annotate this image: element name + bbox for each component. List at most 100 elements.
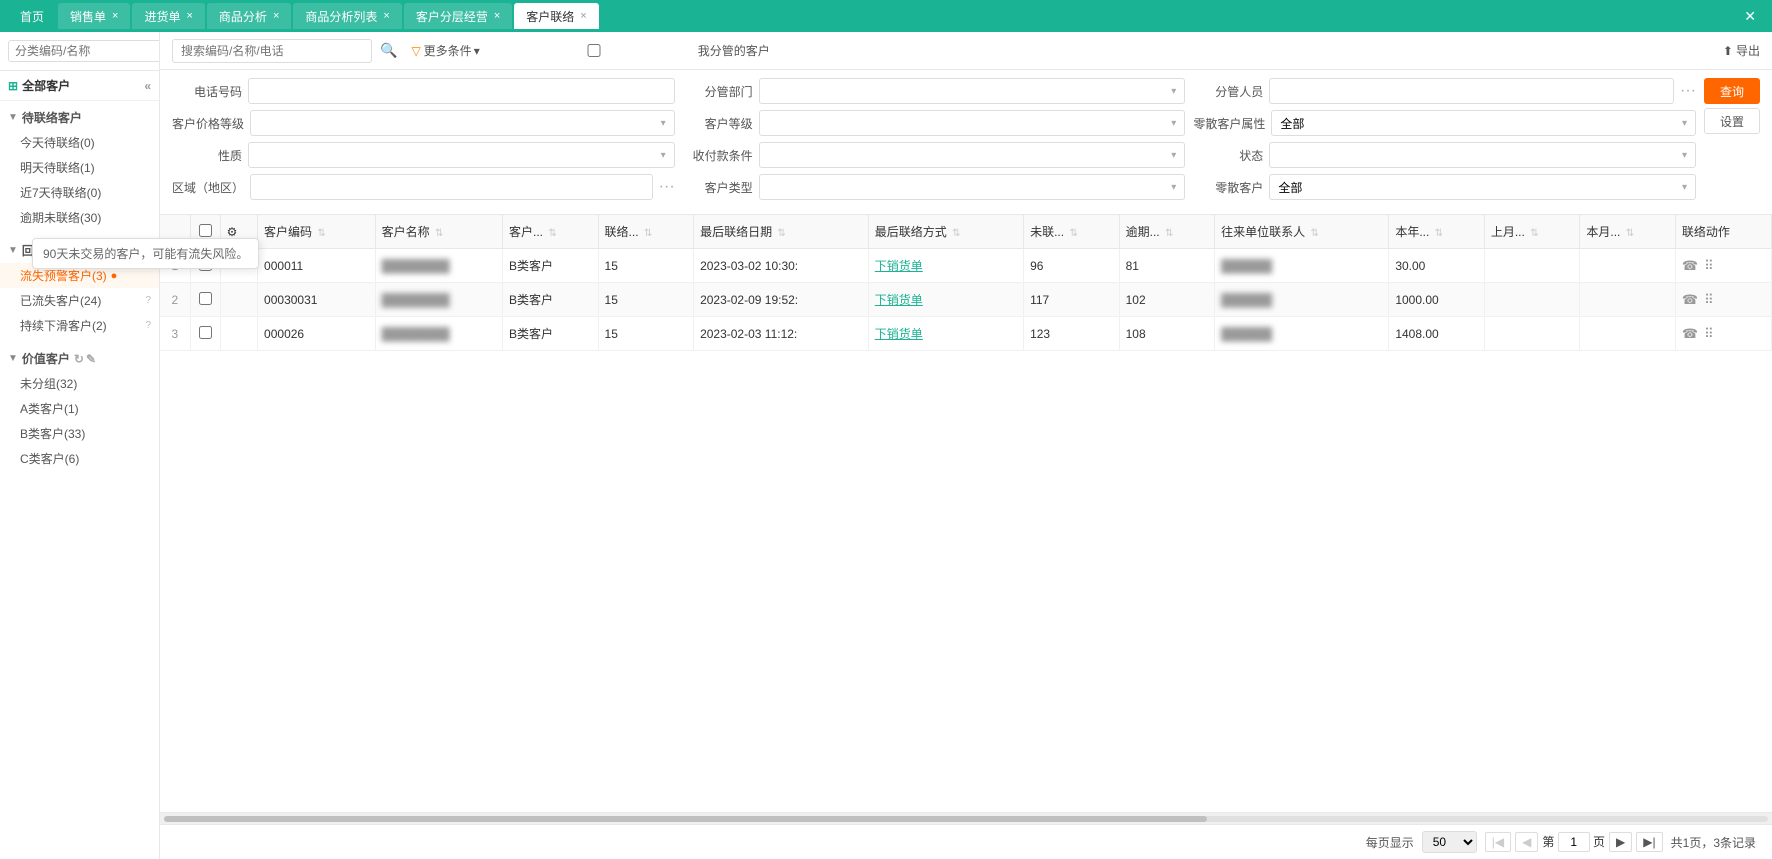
tab-customer-tier-close[interactable]: × (494, 10, 500, 22)
tab-sales[interactable]: 销售单 × (58, 3, 130, 29)
tab-analysis-list-close[interactable]: × (383, 10, 389, 22)
sidebar-item-overdue[interactable]: 逾期未联络(30) (0, 205, 159, 230)
tab-customer-tier[interactable]: 客户分层经营 × (404, 3, 512, 29)
more-filter-button[interactable]: ▽ 更多条件 ▾ (405, 38, 485, 63)
tab-sales-close[interactable]: × (112, 10, 118, 22)
uncontacted-sort-icon[interactable]: ⇅ (1069, 228, 1077, 239)
my-customer-checkbox[interactable] (494, 44, 694, 57)
action-contact-icon-0[interactable]: ☎ (1682, 258, 1698, 274)
person-input[interactable] (1269, 78, 1674, 104)
collapse-icon[interactable]: « (144, 79, 151, 93)
cell-checkbox-2[interactable] (190, 317, 220, 351)
row-checkbox-2[interactable] (199, 326, 212, 339)
table-settings-icon[interactable]: ⚙ (227, 225, 238, 239)
last-month-sort-icon[interactable]: ⇅ (1530, 228, 1538, 239)
last-page-button[interactable]: ▶| (1636, 832, 1662, 852)
phone-input[interactable] (248, 78, 675, 104)
query-button[interactable]: 查询 (1704, 78, 1760, 104)
overdue-sort-icon[interactable]: ⇅ (1165, 228, 1173, 239)
action-contact-icon-1[interactable]: ☎ (1682, 292, 1698, 308)
sidebar-group-value-header[interactable]: ▼ 价值客户 ↻ ✎ (0, 346, 159, 371)
sidebar-item-week[interactable]: 近7天待联络(0) (0, 180, 159, 205)
sidebar-item-today[interactable]: 今天待联络(0) (0, 130, 159, 155)
customer-tier-select[interactable]: ▾ (759, 110, 1186, 136)
last-method-sort-icon[interactable]: ⇅ (952, 228, 960, 239)
sidebar-item-a-class[interactable]: A类客户(1) (0, 396, 159, 421)
per-page-select[interactable]: 50 100 (1422, 831, 1477, 853)
select-all-checkbox[interactable] (199, 224, 212, 237)
my-customer-filter[interactable]: 我分管的客户 (494, 42, 770, 59)
phone-label: 电话号码 (172, 83, 242, 100)
method-link-2[interactable]: 下销货单 (875, 327, 923, 341)
tab-analysis-close[interactable]: × (273, 10, 279, 22)
search-input[interactable] (172, 39, 372, 63)
c-class-label: C类客户(6) (20, 450, 79, 467)
tab-analysis-list[interactable]: 商品分析列表 × (293, 3, 401, 29)
sidebar-item-ungrouped[interactable]: 未分组(32) (0, 371, 159, 396)
tab-customer-contact[interactable]: 客户联络 × (514, 3, 598, 29)
cell-checkbox-1[interactable] (190, 283, 220, 317)
tab-analysis[interactable]: 商品分析 × (207, 3, 291, 29)
next-page-button[interactable]: ▶ (1609, 832, 1632, 852)
sidebar-all-customers[interactable]: ⊞ 全部客户 « (0, 71, 159, 101)
tab-customer-contact-close[interactable]: × (580, 10, 586, 22)
window-close-icon[interactable]: ✕ (1736, 8, 1764, 25)
dept-label: 分管部门 (683, 83, 753, 100)
price-tier-select[interactable]: ▾ (250, 110, 675, 136)
scrollbar-track[interactable] (164, 816, 1768, 822)
sidebar-item-churn-down[interactable]: 持续下滑客户(2) ? (0, 313, 159, 338)
prev-page-button[interactable]: ◀ (1515, 832, 1538, 852)
this-month-sort-icon[interactable]: ⇅ (1626, 228, 1634, 239)
person-dots-icon[interactable]: ··· (1680, 82, 1696, 100)
action-contact-icon-2[interactable]: ☎ (1682, 326, 1698, 342)
action-more-icon-1[interactable]: ⠿ (1704, 292, 1714, 308)
method-link-1[interactable]: 下销货单 (875, 293, 923, 307)
scatter-select[interactable]: 全部 ▾ (1269, 174, 1696, 200)
scatter-attr-select[interactable]: 全部 ▾ (1271, 110, 1696, 136)
action-more-icon-2[interactable]: ⠿ (1704, 326, 1714, 342)
code-sort-icon[interactable]: ⇅ (317, 228, 325, 239)
payment-select[interactable]: ▾ (759, 142, 1186, 168)
value-refresh-icon[interactable]: ↻ (74, 352, 84, 366)
sidebar-search-input[interactable] (8, 40, 160, 62)
ctype-select[interactable]: ▾ (759, 174, 1186, 200)
tab-purchase-close[interactable]: × (186, 10, 192, 22)
sidebar-item-b-class[interactable]: B类客户(33) (0, 421, 159, 446)
status-select[interactable]: ▾ (1269, 142, 1696, 168)
filter-chevron-icon: ▾ (474, 44, 480, 58)
sidebar-item-tomorrow[interactable]: 明天待联络(1) (0, 155, 159, 180)
region-dots-icon[interactable]: ··· (659, 178, 675, 196)
col-this-year-label: 本年... (1395, 225, 1429, 239)
churn-down-edit-icon[interactable]: ? (145, 320, 151, 331)
tab-home[interactable]: 首页 (8, 3, 56, 29)
ctype-chevron-icon: ▾ (1171, 182, 1176, 193)
row-checkbox-1[interactable] (199, 292, 212, 305)
unit-contact-sort-icon[interactable]: ⇅ (1311, 228, 1319, 239)
this-year-sort-icon[interactable]: ⇅ (1435, 228, 1443, 239)
last-date-sort-icon[interactable]: ⇅ (777, 228, 785, 239)
cell-method-2: 下销货单 (868, 317, 1023, 351)
dept-select[interactable]: ▾ (759, 78, 1186, 104)
first-page-button[interactable]: |◀ (1485, 832, 1511, 852)
sidebar-group-pending-header[interactable]: ▼ 待联络客户 (0, 105, 159, 130)
action-more-icon-0[interactable]: ⠿ (1704, 258, 1714, 274)
tab-purchase[interactable]: 进货单 × (132, 3, 204, 29)
churn-lost-edit-icon[interactable]: ? (145, 295, 151, 306)
search-button[interactable]: 🔍 (380, 42, 397, 59)
col-this-month-label: 本月... (1586, 225, 1620, 239)
scrollbar-thumb[interactable] (164, 816, 1207, 822)
page-input[interactable] (1558, 832, 1590, 852)
nature-select[interactable]: ▾ (248, 142, 675, 168)
value-edit-icon[interactable]: ✎ (86, 352, 96, 366)
method-link-0[interactable]: 下销货单 (875, 259, 923, 273)
name-sort-icon[interactable]: ⇅ (435, 228, 443, 239)
type-sort-icon[interactable]: ⇅ (548, 228, 556, 239)
cell-name-1: ████████ (375, 283, 502, 317)
sidebar-item-churn-lost[interactable]: 已流失客户(24) ? (0, 288, 159, 313)
export-button[interactable]: ⬆ 导出 (1723, 42, 1760, 59)
region-input[interactable] (250, 174, 653, 200)
sidebar-item-c-class[interactable]: C类客户(6) (0, 446, 159, 471)
contact-sort-icon[interactable]: ⇅ (644, 228, 652, 239)
horizontal-scrollbar[interactable] (160, 812, 1772, 824)
filter-settings-button[interactable]: 设置 (1704, 108, 1760, 134)
